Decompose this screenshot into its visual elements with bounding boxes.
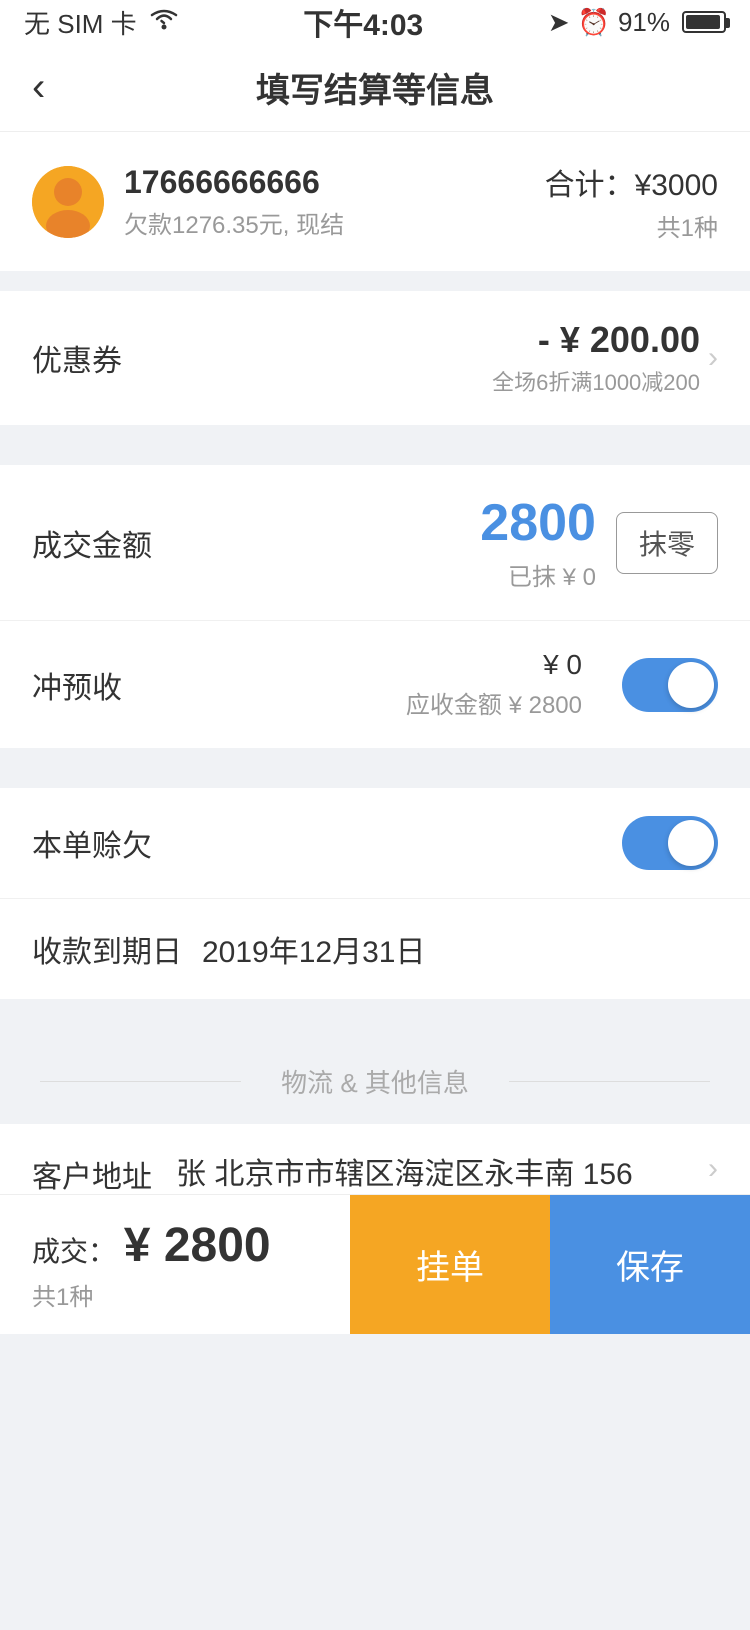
deal-label: 成交金额 <box>32 521 152 565</box>
address-label: 客户地址 <box>32 1152 152 1196</box>
due-date-label: 收款到期日 <box>32 927 182 971</box>
customer-left: 17666666666 欠款1276.35元, 现结 <box>32 164 344 240</box>
page-title: 填写结算等信息 <box>256 63 494 112</box>
status-left: 无 SIM 卡 <box>24 4 179 41</box>
bottom-bar: 成交： ¥ 2800 共1种 挂单 保存 <box>0 1194 750 1334</box>
arrears-label: 本单赊欠 <box>32 821 152 865</box>
total-count: 共1种 <box>545 208 718 243</box>
due-date-value: 2019年12月31日 <box>202 927 425 971</box>
bottom-deal-line: 成交： ¥ 2800 <box>32 1218 318 1273</box>
coupon-row[interactable]: 优惠券 - ¥ 200.00 全场6折满1000减200 › <box>0 291 750 425</box>
address-chevron-icon: › <box>708 1152 718 1186</box>
coupon-amount: - ¥ 200.00 <box>492 319 700 361</box>
alarm-icon: ⏰ <box>578 7 610 38</box>
arrears-toggle[interactable] <box>622 816 718 870</box>
total-label: 合计： <box>545 169 635 202</box>
status-bar: 无 SIM 卡 下午4:03 ➤ ⏰ 91% <box>0 0 750 44</box>
customer-phone: 17666666666 <box>124 164 344 201</box>
prepayment-sub: 应收金额 ¥ 2800 <box>406 685 582 720</box>
avatar <box>32 166 104 238</box>
nav-bar: ‹ 填写结算等信息 <box>0 44 750 132</box>
prepayment-toggle[interactable] <box>622 658 718 712</box>
deal-amount-stack: 2800 已抹 ¥ 0 <box>480 493 596 592</box>
coupon-label: 优惠券 <box>32 336 122 380</box>
save-button[interactable]: 保存 <box>550 1195 750 1334</box>
sim-label: 无 SIM 卡 <box>24 4 137 41</box>
logistics-divider: 物流 & 其他信息 <box>0 1039 750 1124</box>
prepayment-text: ¥ 0 应收金额 ¥ 2800 <box>406 649 582 720</box>
due-date-content: 收款到期日 2019年12月31日 <box>32 927 425 971</box>
location-icon: ➤ <box>548 7 570 38</box>
bottom-summary: 成交： ¥ 2800 共1种 <box>0 1195 350 1334</box>
wifi-icon <box>149 7 179 38</box>
arrears-section: 本单赊欠 收款到期日 2019年12月31日 <box>0 788 750 999</box>
deal-value-area: 2800 已抹 ¥ 0 抹零 <box>480 493 718 592</box>
hang-button[interactable]: 挂单 <box>350 1195 550 1334</box>
coupon-right-text: - ¥ 200.00 全场6折满1000减200 <box>492 319 700 397</box>
total-amount: 合计：¥3000 <box>545 160 718 204</box>
bottom-deal-amount: ¥ 2800 <box>124 1219 271 1272</box>
coupon-desc: 全场6折满1000减200 <box>492 365 700 397</box>
bottom-count: 共1种 <box>32 1277 318 1312</box>
arrears-row: 本单赊欠 <box>0 788 750 898</box>
separator-3 <box>0 1019 750 1039</box>
prepayment-amount: ¥ 0 <box>406 649 582 681</box>
prepayment-label: 冲预收 <box>32 663 122 707</box>
deal-row: 成交金额 2800 已抹 ¥ 0 抹零 <box>0 465 750 620</box>
battery-icon <box>682 11 726 33</box>
logistics-label: 物流 & 其他信息 <box>281 1063 469 1100</box>
customer-info: 17666666666 欠款1276.35元, 现结 <box>124 164 344 240</box>
coupon-right: - ¥ 200.00 全场6折满1000减200 › <box>492 319 718 397</box>
back-button[interactable]: ‹ <box>32 65 92 110</box>
chevron-right-icon: › <box>708 341 718 375</box>
bottom-deal-label: 成交： <box>32 1236 116 1267</box>
deal-section: 成交金额 2800 已抹 ¥ 0 抹零 冲预收 ¥ 0 应收金额 ¥ 2800 <box>0 465 750 748</box>
total-value: ¥3000 <box>635 169 718 202</box>
due-date-row: 收款到期日 2019年12月31日 <box>0 898 750 999</box>
customer-sub-text: 欠款1276.35元, 现结 <box>124 205 344 240</box>
status-right: ➤ ⏰ 91% <box>548 7 726 38</box>
prepayment-right: ¥ 0 应收金额 ¥ 2800 <box>406 649 718 720</box>
separator-1 <box>0 445 750 465</box>
separator-2 <box>0 768 750 788</box>
prepayment-row: 冲预收 ¥ 0 应收金额 ¥ 2800 <box>0 620 750 748</box>
deal-amount: 2800 <box>480 493 596 553</box>
content-area: 17666666666 欠款1276.35元, 现结 合计：¥3000 共1种 … <box>0 132 750 1630</box>
battery-label: 91% <box>618 7 670 38</box>
customer-total: 合计：¥3000 共1种 <box>545 160 718 243</box>
round-button[interactable]: 抹零 <box>616 512 718 574</box>
customer-row: 17666666666 欠款1276.35元, 现结 合计：¥3000 共1种 <box>0 132 750 271</box>
divider-line-right <box>509 1081 710 1082</box>
status-time: 下午4:03 <box>303 0 423 44</box>
deal-amount-sub: 已抹 ¥ 0 <box>480 557 596 592</box>
divider-line-left <box>40 1081 241 1082</box>
